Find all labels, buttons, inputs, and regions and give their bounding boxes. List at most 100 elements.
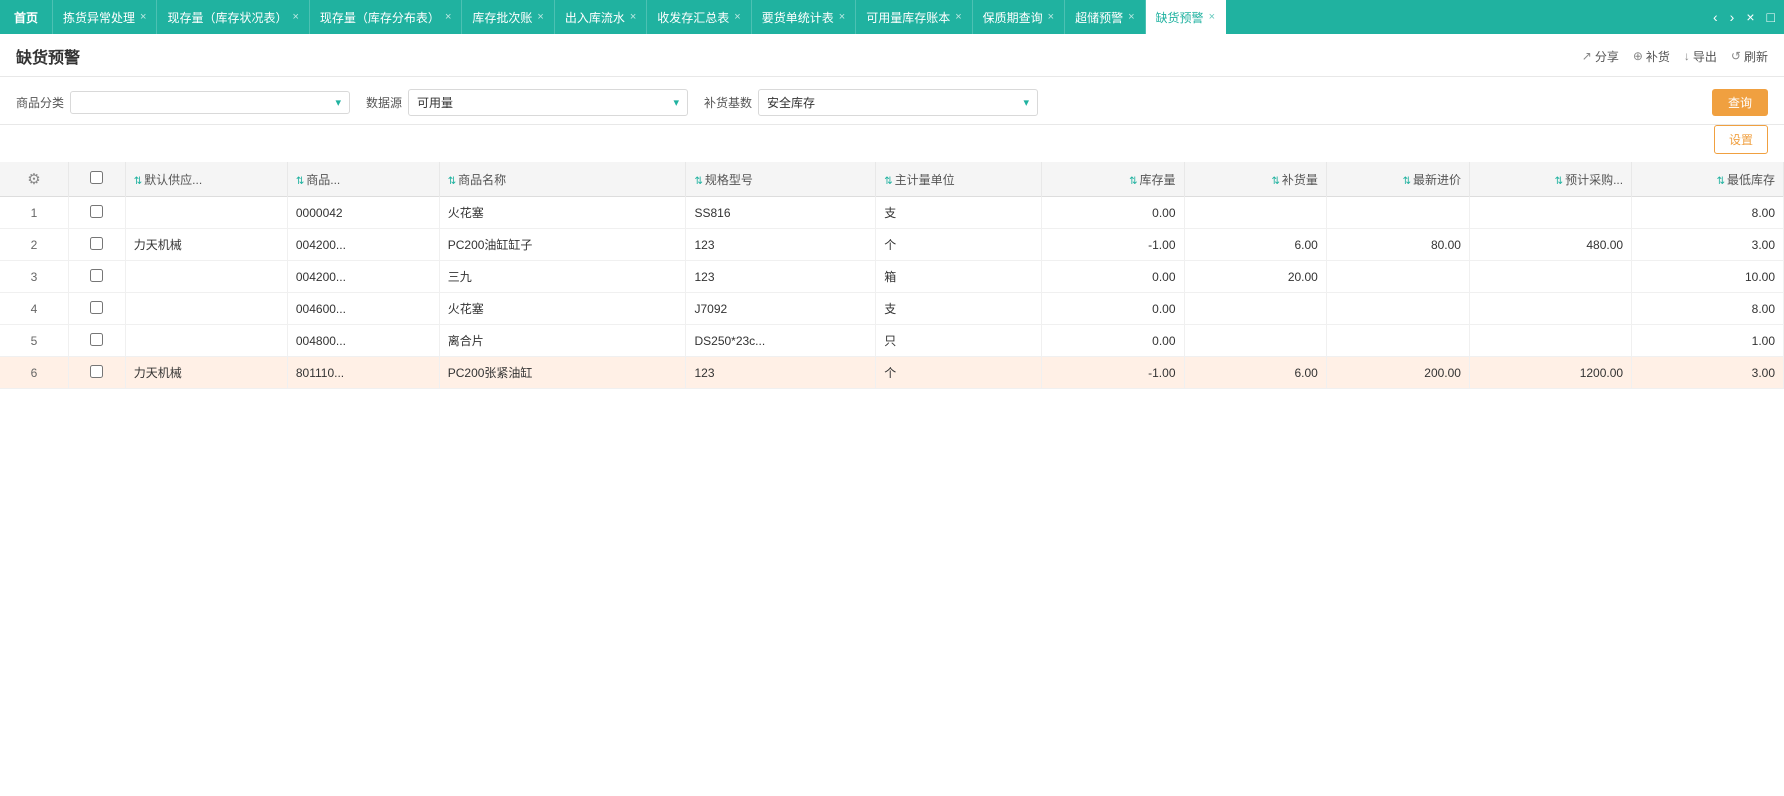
row-unit: 个 (876, 229, 1042, 261)
settings-button[interactable]: 设置 (1714, 125, 1768, 154)
settings-column-header[interactable]: ⚙ (0, 162, 68, 197)
supplier-sort-icon: ⇅ (134, 176, 142, 187)
product-code-column-header[interactable]: ⇅商品... (287, 162, 439, 197)
row-unit: 个 (876, 357, 1042, 389)
row-checkbox[interactable] (90, 269, 103, 282)
tab-abnormal[interactable]: 拣货异常处理× (53, 0, 157, 34)
product-name-column-header[interactable]: ⇅商品名称 (439, 162, 686, 197)
category-filter-group: 商品分类 ▾ (16, 91, 350, 114)
row-number: 2 (0, 229, 68, 261)
main-content: 缺货预警 ↗ 分享 ⊕ 补货 ↓ 导出 ↺ 刷新 商品分类 (0, 34, 1784, 796)
row-product-name: 三九 (439, 261, 686, 293)
row-checkbox[interactable] (90, 365, 103, 378)
row-unit: 箱 (876, 261, 1042, 293)
row-spec: 123 (686, 229, 876, 261)
latest-price-sort-icon: ⇅ (1403, 176, 1411, 187)
replenish-qty-column-header[interactable]: ⇅补货量 (1184, 162, 1326, 197)
query-button[interactable]: 查询 (1712, 89, 1768, 116)
row-min-stock: 1.00 (1632, 325, 1784, 357)
share-button[interactable]: ↗ 分享 (1582, 48, 1619, 65)
product-name-sort-icon: ⇅ (448, 176, 456, 187)
tab-close-shortage[interactable]: × (1209, 11, 1215, 23)
tab-close-recv-summary[interactable]: × (734, 11, 740, 23)
tab-prev-button[interactable]: ‹ (1708, 7, 1723, 27)
min-stock-sort-icon: ⇅ (1717, 176, 1725, 187)
row-spec: DS250*23c... (686, 325, 876, 357)
row-checkbox[interactable] (90, 237, 103, 250)
refresh-button[interactable]: ↺ 刷新 (1731, 48, 1768, 65)
row-latest-price: 200.00 (1326, 357, 1469, 389)
category-label: 商品分类 (16, 94, 64, 111)
replenish-basis-select[interactable]: 安全库存 ▾ (758, 89, 1038, 116)
row-latest-price (1326, 261, 1469, 293)
tab-inventory-dist[interactable]: 现存量（库存分布表）× (310, 0, 462, 34)
latest-price-column-header[interactable]: ⇅最新进价 (1326, 162, 1469, 197)
row-product-name: 离合片 (439, 325, 686, 357)
row-stock: 0.00 (1042, 261, 1184, 293)
tab-shortage[interactable]: 缺货预警× (1146, 0, 1226, 34)
tab-recv-summary[interactable]: 收发存汇总表× (647, 0, 751, 34)
tab-close-inventory-status[interactable]: × (292, 11, 298, 23)
tab-close-expiry[interactable]: × (1048, 11, 1054, 23)
stock-column-header[interactable]: ⇅库存量 (1042, 162, 1184, 197)
row-checkbox-cell (68, 261, 125, 293)
row-replenish-qty: 6.00 (1184, 357, 1326, 389)
tab-close-batch[interactable]: × (537, 11, 543, 23)
row-checkbox-cell (68, 197, 125, 229)
tab-close-overstock[interactable]: × (1128, 11, 1134, 23)
est-purchase-column-header[interactable]: ⇅预计采购... (1469, 162, 1631, 197)
export-button[interactable]: ↓ 导出 (1684, 48, 1717, 65)
row-replenish-qty (1184, 325, 1326, 357)
datasource-label: 数据源 (366, 94, 402, 111)
unit-column-header[interactable]: ⇅主计量单位 (876, 162, 1042, 197)
replenish-qty-sort-icon: ⇅ (1271, 176, 1279, 187)
row-min-stock: 10.00 (1632, 261, 1784, 293)
refresh-icon: ↺ (1731, 49, 1741, 63)
row-checkbox[interactable] (90, 301, 103, 314)
tab-batch[interactable]: 库存批次账× (462, 0, 554, 34)
tab-inout-flow[interactable]: 出入库流水× (555, 0, 647, 34)
select-all-checkbox[interactable] (90, 171, 103, 184)
min-stock-column-header[interactable]: ⇅最低库存 (1632, 162, 1784, 197)
table-header-row: ⚙ ⇅默认供应... ⇅商品... ⇅商品名称 ⇅规格型号 (0, 162, 1784, 197)
filter-action-buttons: 查询 (1712, 89, 1768, 116)
spec-column-header[interactable]: ⇅规格型号 (686, 162, 876, 197)
tab-close-demand-stats[interactable]: × (839, 11, 845, 23)
row-supplier: 力天机械 (125, 357, 287, 389)
replenish-button[interactable]: ⊕ 补货 (1633, 48, 1670, 65)
row-checkbox[interactable] (90, 205, 103, 218)
row-stock: 0.00 (1042, 325, 1184, 357)
tab-close-button[interactable]: × (1741, 7, 1759, 27)
supplier-column-header[interactable]: ⇅默认供应... (125, 162, 287, 197)
datasource-arrow-icon: ▾ (674, 96, 680, 109)
tab-close-abnormal[interactable]: × (140, 11, 146, 23)
tab-demand-stats[interactable]: 要货单统计表× (752, 0, 856, 34)
row-number: 6 (0, 357, 68, 389)
row-min-stock: 8.00 (1632, 293, 1784, 325)
tab-inventory-status[interactable]: 现存量（库存状况表）× (157, 0, 309, 34)
tab-close-inout-flow[interactable]: × (630, 11, 636, 23)
replenish-basis-value: 安全库存 (767, 94, 815, 111)
row-spec: SS816 (686, 197, 876, 229)
tab-expiry[interactable]: 保质期查询× (973, 0, 1065, 34)
tab-close-inventory-dist[interactable]: × (445, 11, 451, 23)
row-product-code: 004600... (287, 293, 439, 325)
category-select[interactable]: ▾ (70, 91, 350, 114)
filter-area: 商品分类 ▾ 数据源 可用量 ▾ 补货基数 安全库存 ▾ 查询 (0, 77, 1784, 125)
row-min-stock: 3.00 (1632, 229, 1784, 261)
row-product-code: 004200... (287, 229, 439, 261)
tab-overstock[interactable]: 超储预警× (1065, 0, 1145, 34)
tab-home[interactable]: 首页 (0, 0, 53, 34)
row-spec: 123 (686, 261, 876, 293)
row-product-code: 004800... (287, 325, 439, 357)
tab-expand-button[interactable]: □ (1762, 7, 1780, 27)
tab-available-ledger[interactable]: 可用量库存账本× (856, 0, 972, 34)
datasource-select[interactable]: 可用量 ▾ (408, 89, 688, 116)
unit-sort-icon: ⇅ (884, 176, 892, 187)
row-latest-price (1326, 197, 1469, 229)
tab-next-button[interactable]: › (1725, 7, 1740, 27)
row-supplier (125, 261, 287, 293)
row-checkbox[interactable] (90, 333, 103, 346)
tab-close-available-ledger[interactable]: × (955, 11, 961, 23)
row-est-purchase (1469, 293, 1631, 325)
